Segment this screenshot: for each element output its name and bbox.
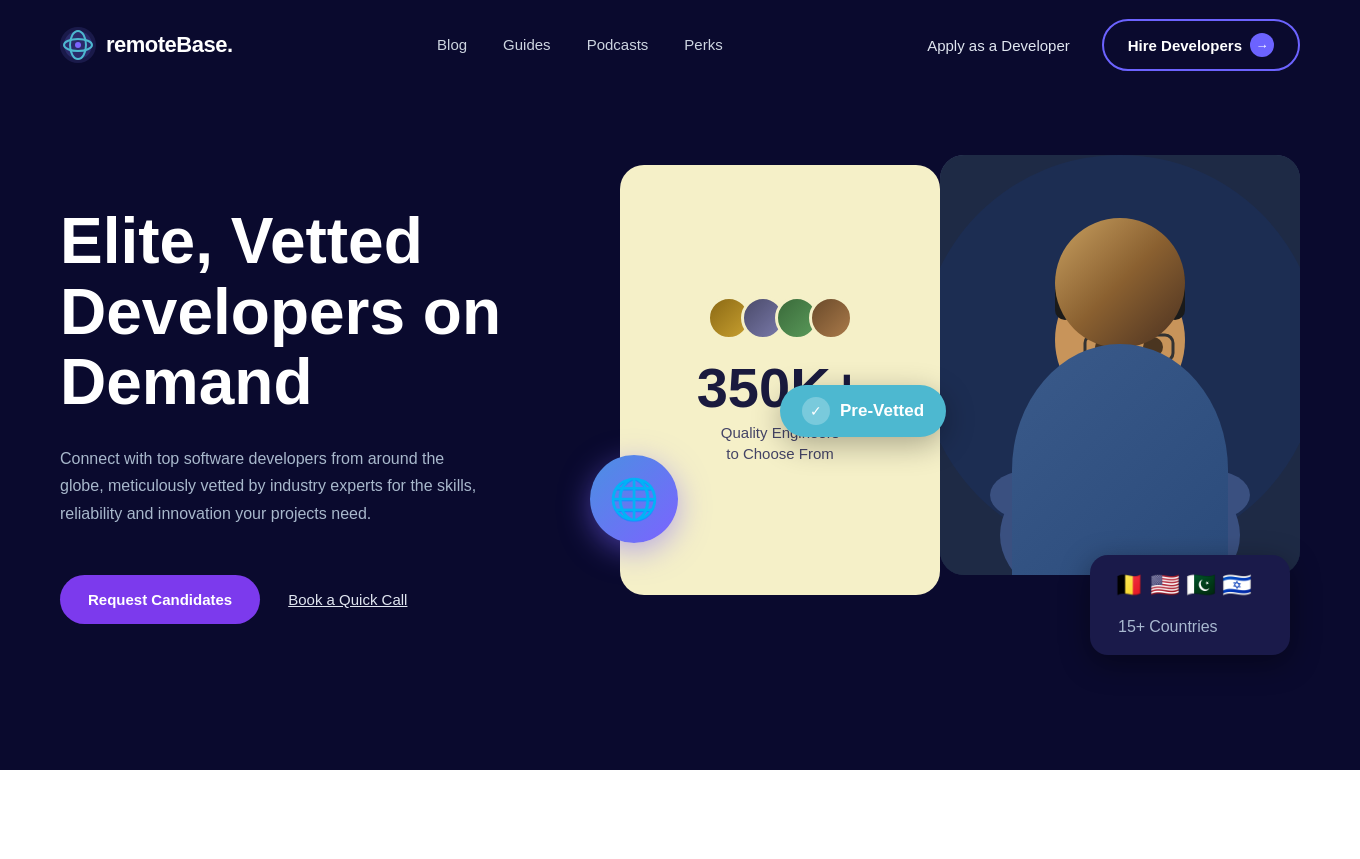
developer-image-svg bbox=[940, 155, 1300, 575]
svg-point-23 bbox=[1112, 497, 1118, 503]
svg-point-19 bbox=[1070, 362, 1170, 418]
book-quick-call-link[interactable]: Book a Quick Call bbox=[288, 591, 407, 608]
flag-usa: 🇺🇸 bbox=[1150, 571, 1180, 599]
svg-point-22 bbox=[1132, 472, 1138, 478]
svg-point-4 bbox=[75, 42, 81, 48]
logo[interactable]: remoteBase. bbox=[60, 27, 233, 63]
svg-point-11 bbox=[1055, 245, 1185, 315]
svg-point-20 bbox=[1102, 472, 1108, 478]
hero-content: Elite, Vetted Developers on Demand Conne… bbox=[60, 206, 540, 624]
svg-point-17 bbox=[1095, 337, 1115, 357]
countries-label: Countries bbox=[1149, 618, 1217, 635]
flag-row: 🇧🇪 🇺🇸 🇵🇰 🇮🇱 bbox=[1114, 571, 1266, 599]
logo-icon bbox=[60, 27, 96, 63]
hero-subtitle: Connect with top software developers fro… bbox=[60, 445, 480, 527]
svg-point-26 bbox=[1170, 470, 1250, 520]
hire-arrow-icon: → bbox=[1250, 33, 1274, 57]
svg-point-24 bbox=[1127, 507, 1133, 513]
pre-vetted-badge: ✓ Pre-Vetted bbox=[780, 385, 946, 437]
avatar-stack bbox=[707, 296, 853, 340]
countries-count: 15+Countries bbox=[1114, 607, 1266, 639]
pre-vetted-label: Pre-Vetted bbox=[840, 401, 924, 421]
hero-visuals: 350K+ Quality Engineersto Choose From 🌐 … bbox=[580, 155, 1300, 675]
navigation: remoteBase. Blog Guides Podcasts Perks A… bbox=[0, 0, 1360, 90]
hire-developers-button[interactable]: Hire Developers → bbox=[1102, 19, 1300, 71]
avatar-4 bbox=[809, 296, 853, 340]
svg-point-18 bbox=[1143, 337, 1163, 357]
countries-card: 🇧🇪 🇺🇸 🇵🇰 🇮🇱 15+Countries bbox=[1090, 555, 1290, 655]
svg-point-10 bbox=[1055, 268, 1185, 412]
vetted-check-icon: ✓ bbox=[802, 397, 830, 425]
nav-guides[interactable]: Guides bbox=[503, 36, 551, 53]
nav-links: Blog Guides Podcasts Perks bbox=[437, 36, 723, 54]
hero-actions: Request Candidates Book a Quick Call bbox=[60, 575, 540, 624]
bottom-section bbox=[0, 770, 1360, 859]
hero-title: Elite, Vetted Developers on Demand bbox=[60, 206, 540, 417]
flag-pakistan: 🇵🇰 bbox=[1186, 571, 1216, 599]
developer-photo-card bbox=[940, 155, 1300, 575]
flag-belgium: 🇧🇪 bbox=[1114, 571, 1144, 599]
request-candidates-button[interactable]: Request Candidates bbox=[60, 575, 260, 624]
nav-blog[interactable]: Blog bbox=[437, 36, 467, 53]
logo-text: remoteBase. bbox=[106, 32, 233, 58]
svg-rect-14 bbox=[1085, 335, 1125, 361]
apply-developer-link[interactable]: Apply as a Developer bbox=[927, 37, 1070, 54]
flag-israel: 🇮🇱 bbox=[1222, 571, 1252, 599]
svg-rect-12 bbox=[1055, 280, 1075, 320]
svg-point-25 bbox=[990, 470, 1070, 520]
svg-rect-9 bbox=[1100, 375, 1140, 425]
svg-point-21 bbox=[1117, 482, 1123, 488]
svg-rect-13 bbox=[1165, 280, 1185, 320]
globe-icon: 🌐 bbox=[590, 455, 678, 543]
nav-podcasts[interactable]: Podcasts bbox=[587, 36, 649, 53]
developer-figure bbox=[940, 155, 1300, 575]
hero-section: Elite, Vetted Developers on Demand Conne… bbox=[0, 90, 1360, 770]
nav-perks[interactable]: Perks bbox=[684, 36, 722, 53]
globe-badge: 🌐 bbox=[590, 455, 678, 543]
nav-right: Apply as a Developer Hire Developers → bbox=[927, 19, 1300, 71]
